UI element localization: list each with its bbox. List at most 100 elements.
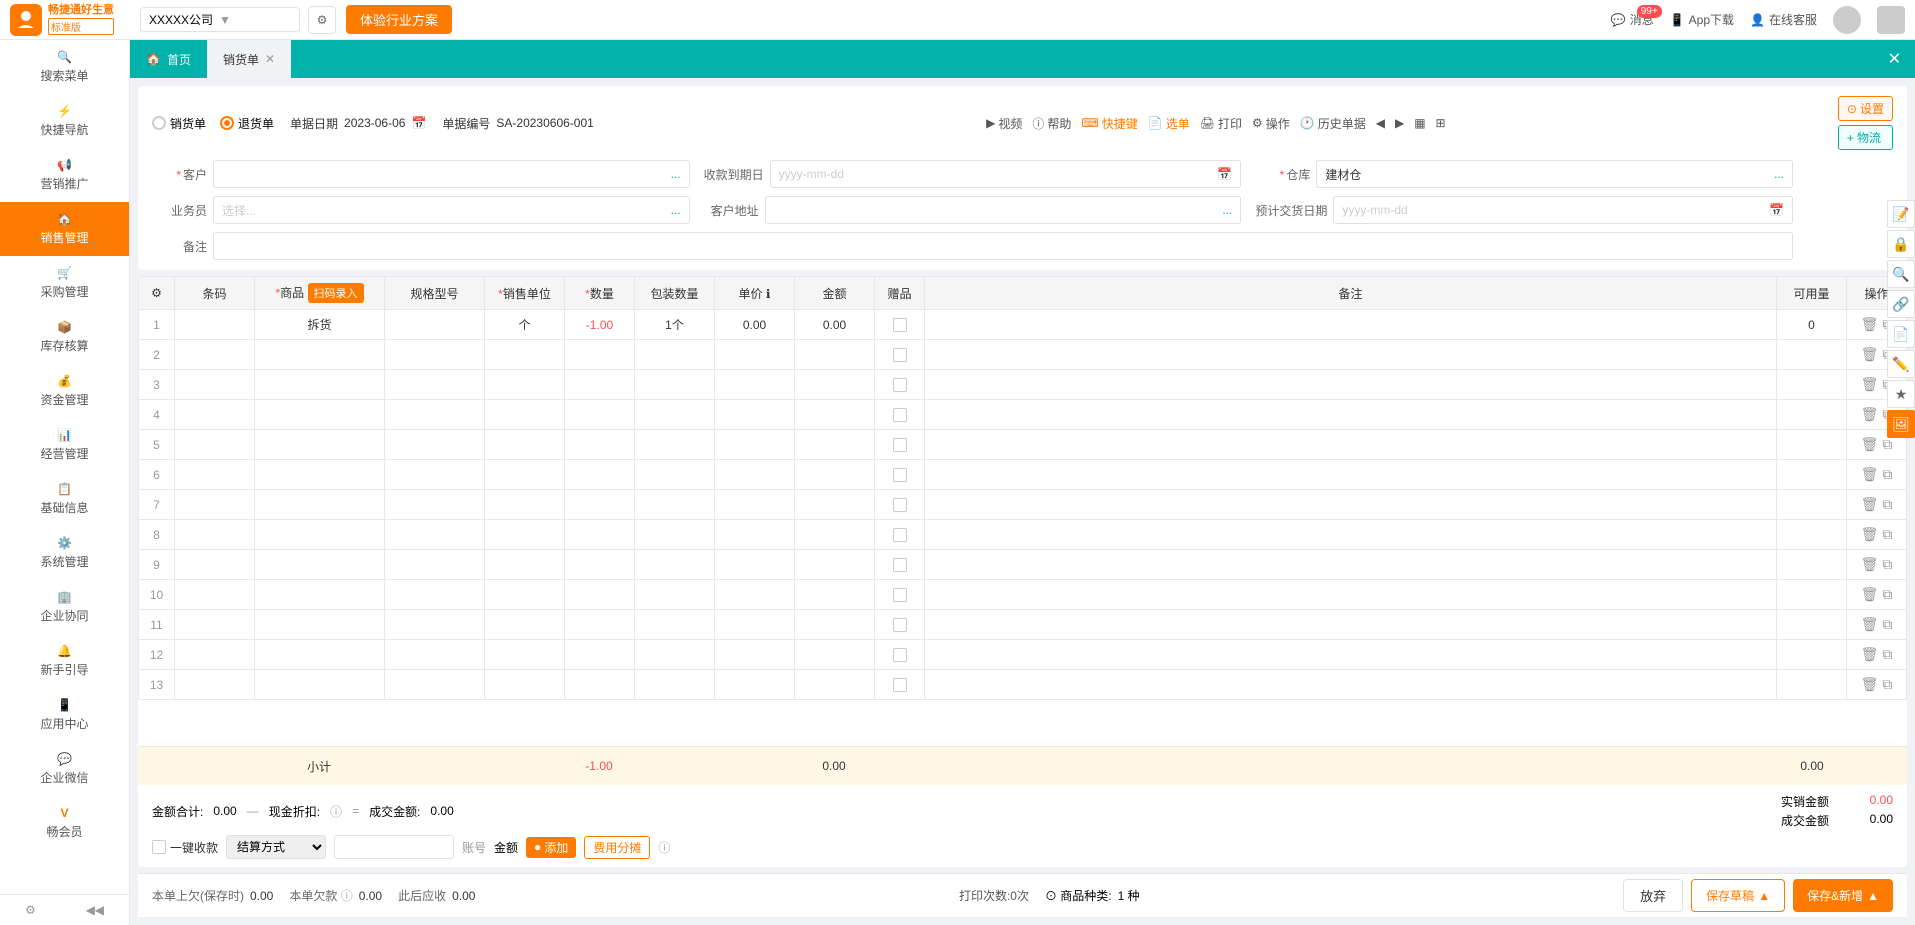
copy-row-icon[interactable]: ⧉: [1882, 616, 1892, 633]
sidebar-item-purchase[interactable]: 🛒 采购管理: [0, 256, 129, 310]
gift-checkbox[interactable]: [893, 318, 907, 332]
remark-input[interactable]: [213, 232, 1793, 260]
row-unit[interactable]: [485, 430, 565, 460]
row-product[interactable]: [255, 460, 385, 490]
row-barcode[interactable]: [175, 580, 255, 610]
copy-row-icon[interactable]: ⧉: [1882, 646, 1892, 663]
add-payment-button[interactable]: ● 添加: [526, 837, 576, 858]
settings-button[interactable]: ⊙ 设置: [1838, 96, 1893, 121]
row-pkgqty[interactable]: [635, 490, 715, 520]
row-barcode[interactable]: [175, 400, 255, 430]
sidebar-item-inventory[interactable]: 📦 库存核算: [0, 310, 129, 364]
fee-split-button[interactable]: 费用分摊: [584, 836, 650, 859]
row-unit[interactable]: [485, 400, 565, 430]
row-barcode[interactable]: [175, 640, 255, 670]
warehouse-input[interactable]: 建材仓 ...: [1316, 160, 1793, 188]
float-btn-6[interactable]: ✏️: [1887, 350, 1915, 378]
row-price[interactable]: [715, 370, 795, 400]
row-unit[interactable]: [485, 340, 565, 370]
gift-checkbox[interactable]: [893, 408, 907, 422]
gift-checkbox[interactable]: [893, 618, 907, 632]
customer-input[interactable]: ...: [213, 160, 690, 188]
row-spec[interactable]: [385, 640, 485, 670]
row-gift[interactable]: [875, 610, 925, 640]
copy-row-icon[interactable]: ⧉: [1882, 466, 1892, 483]
row-remark[interactable]: [925, 520, 1777, 550]
gift-checkbox[interactable]: [893, 498, 907, 512]
radio-sales-order[interactable]: 销货单: [152, 115, 206, 132]
row-spec[interactable]: [385, 430, 485, 460]
row-unit[interactable]: [485, 370, 565, 400]
float-btn-5[interactable]: 📄: [1887, 320, 1915, 348]
float-btn-4[interactable]: 🔗: [1887, 290, 1915, 318]
row-barcode[interactable]: [175, 490, 255, 520]
float-btn-3[interactable]: 🔍: [1887, 260, 1915, 288]
fee-info-icon[interactable]: ⓘ: [658, 839, 670, 856]
debt-info-icon[interactable]: ⓘ: [341, 889, 353, 903]
message-button[interactable]: 💬 消息 99+: [1611, 11, 1654, 28]
sidebar-settings-button[interactable]: ⚙: [25, 903, 36, 917]
row-barcode[interactable]: [175, 310, 255, 340]
app-download-button[interactable]: 📱 App下载: [1670, 11, 1734, 28]
row-gift[interactable]: [875, 430, 925, 460]
video-button[interactable]: ▶ 视频: [986, 115, 1022, 132]
row-gift[interactable]: [875, 640, 925, 670]
row-unit[interactable]: [485, 610, 565, 640]
row-amount[interactable]: [795, 610, 875, 640]
row-price[interactable]: [715, 430, 795, 460]
row-price[interactable]: [715, 400, 795, 430]
select-order-button[interactable]: 📄 选单: [1148, 115, 1190, 132]
row-barcode[interactable]: [175, 370, 255, 400]
row-price[interactable]: [715, 490, 795, 520]
tab-home[interactable]: 🏠 首页: [130, 40, 207, 78]
row-spec[interactable]: [385, 340, 485, 370]
shortcut-button[interactable]: ⌨ 快捷键: [1081, 115, 1137, 132]
delete-row-icon[interactable]: 🗑: [1861, 466, 1879, 483]
row-unit[interactable]: [485, 640, 565, 670]
row-spec[interactable]: [385, 490, 485, 520]
float-btn-1[interactable]: 📝: [1887, 200, 1915, 228]
sidebar-item-member[interactable]: V 畅会员: [0, 796, 129, 850]
row-spec[interactable]: [385, 400, 485, 430]
row-remark[interactable]: [925, 460, 1777, 490]
row-qty[interactable]: [565, 460, 635, 490]
sidebar-item-basic[interactable]: 📋 基础信息: [0, 472, 129, 526]
row-barcode[interactable]: [175, 460, 255, 490]
row-pkgqty[interactable]: [635, 580, 715, 610]
row-amount[interactable]: [795, 490, 875, 520]
th-settings[interactable]: ⚙: [139, 277, 175, 310]
delete-row-icon[interactable]: 🗑: [1861, 586, 1879, 603]
row-product[interactable]: [255, 370, 385, 400]
row-qty[interactable]: [565, 610, 635, 640]
delete-row-icon[interactable]: 🗑: [1861, 556, 1879, 573]
row-gift[interactable]: [875, 310, 925, 340]
gift-checkbox[interactable]: [893, 648, 907, 662]
row-pkgqty[interactable]: [635, 400, 715, 430]
sidebar-item-guide[interactable]: 🔔 新手引导: [0, 634, 129, 688]
discount-info-icon[interactable]: ⓘ: [330, 803, 342, 820]
row-qty[interactable]: [565, 340, 635, 370]
tab-close-icon[interactable]: ✕: [265, 52, 275, 66]
gift-checkbox[interactable]: [893, 558, 907, 572]
row-amount[interactable]: [795, 370, 875, 400]
row-pkgqty[interactable]: [635, 610, 715, 640]
company-selector[interactable]: XXXXX公司 ▼: [140, 7, 300, 32]
row-gift[interactable]: [875, 460, 925, 490]
settings-gear-button[interactable]: ⚙: [308, 6, 336, 34]
row-amount[interactable]: [795, 520, 875, 550]
delete-row-icon[interactable]: 🗑: [1861, 616, 1879, 633]
row-barcode[interactable]: [175, 430, 255, 460]
row-unit[interactable]: 个: [485, 310, 565, 340]
row-remark[interactable]: [925, 400, 1777, 430]
delete-row-icon[interactable]: 🗑: [1861, 406, 1879, 423]
row-gift[interactable]: [875, 550, 925, 580]
float-btn-2[interactable]: 🔒: [1887, 230, 1915, 258]
row-pkgqty[interactable]: 1个: [635, 310, 715, 340]
row-pkgqty[interactable]: [635, 460, 715, 490]
row-remark[interactable]: [925, 670, 1777, 700]
row-qty[interactable]: [565, 580, 635, 610]
row-remark[interactable]: [925, 310, 1777, 340]
gift-checkbox[interactable]: [893, 678, 907, 692]
close-all-icon[interactable]: ✕: [1888, 49, 1901, 69]
row-unit[interactable]: [485, 670, 565, 700]
